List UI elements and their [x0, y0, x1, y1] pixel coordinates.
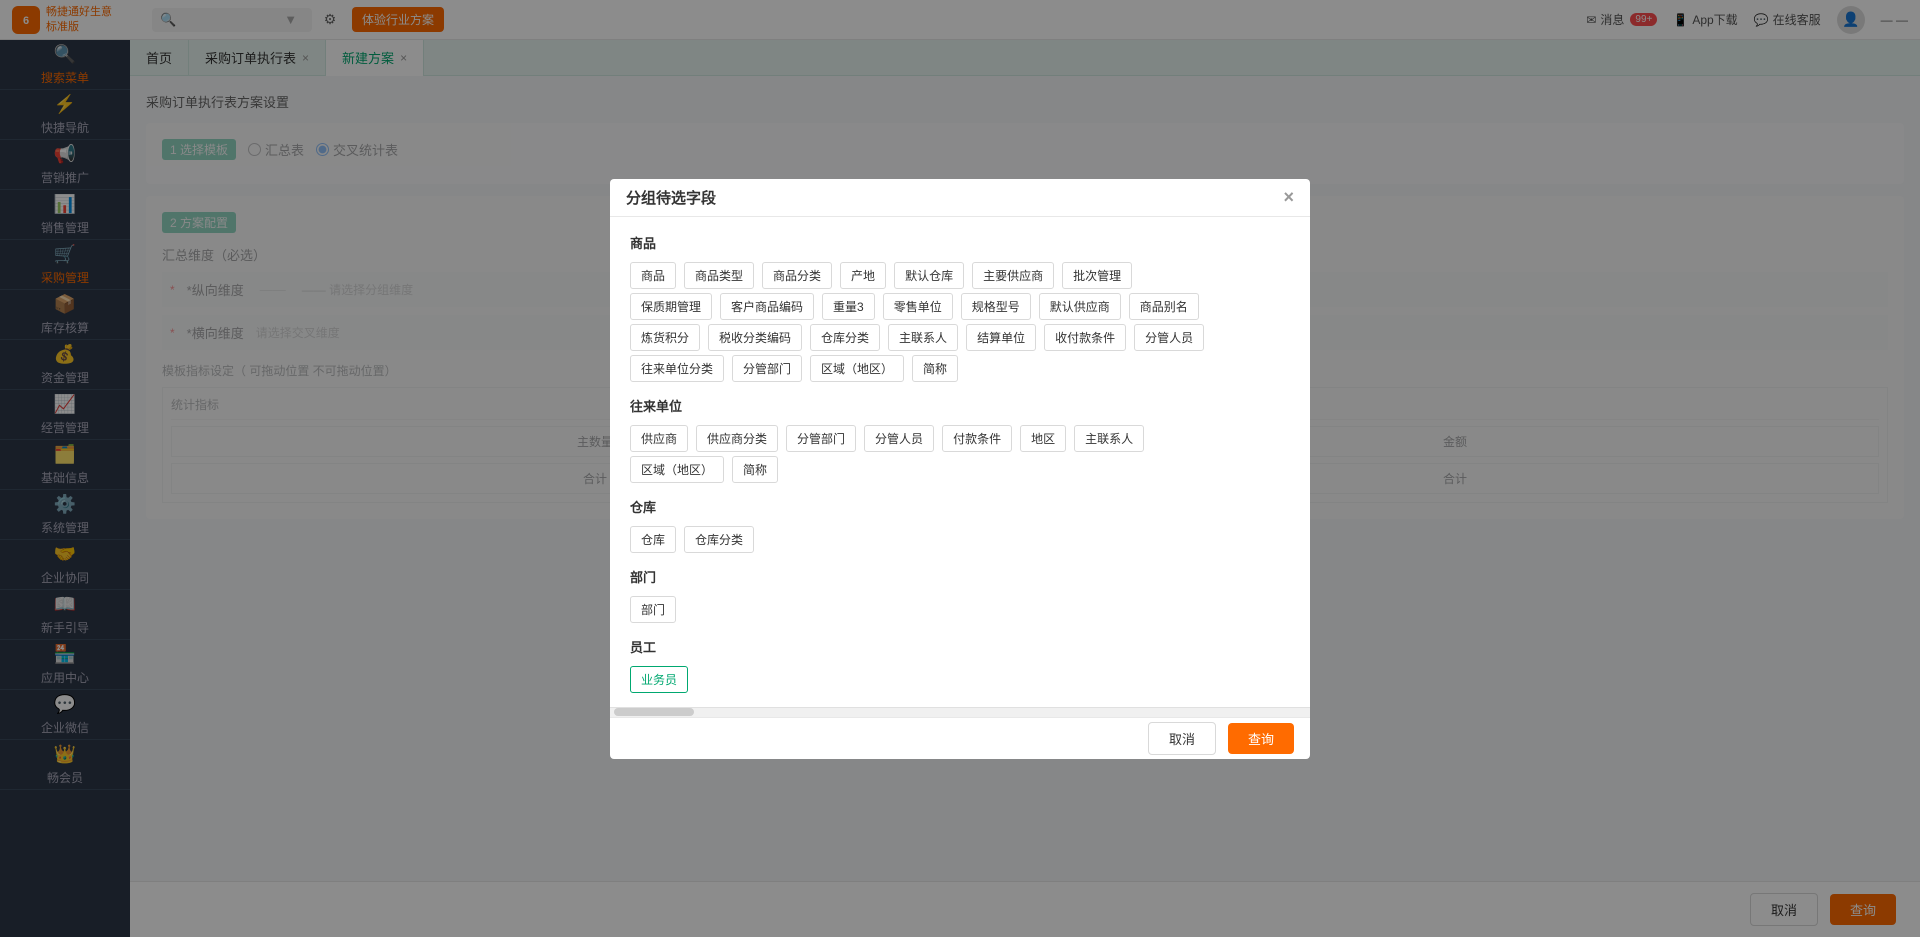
field-tag-partner-0[interactable]: 供应商 — [630, 425, 688, 452]
section-title-dept: 部门 — [630, 567, 1290, 586]
field-tag-product-10[interactable]: 零售单位 — [883, 293, 953, 320]
field-tags-product: 商品 商品类型 商品分类 产地 默认仓库 主要供应商 批次管理 — [630, 262, 1290, 289]
section-title-employee: 员工 — [630, 637, 1290, 656]
field-tag-product-17[interactable]: 主联系人 — [888, 324, 958, 351]
field-tag-partner-5[interactable]: 地区 — [1020, 425, 1066, 452]
field-tag-product-9[interactable]: 重量3 — [822, 293, 875, 320]
field-tag-partner-6[interactable]: 主联系人 — [1074, 425, 1144, 452]
field-tag-partner-1[interactable]: 供应商分类 — [696, 425, 778, 452]
modal-footer: 取消 查询 — [610, 717, 1310, 759]
section-title-product: 商品 — [630, 233, 1290, 252]
field-tag-product-21[interactable]: 往来单位分类 — [630, 355, 724, 382]
field-tags-employee: 业务员 — [630, 666, 1290, 693]
field-tag-product-1[interactable]: 商品类型 — [684, 262, 754, 289]
modal-horizontal-scrollbar[interactable] — [610, 707, 1310, 717]
field-tag-product-23[interactable]: 区域（地区） — [810, 355, 904, 382]
modal-title: 分组待选字段 — [626, 187, 716, 208]
field-tags-warehouse: 仓库 仓库分类 — [630, 526, 1290, 553]
field-tag-warehouse-0[interactable]: 仓库 — [630, 526, 676, 553]
field-tags-product-row3: 炼货积分 税收分类编码 仓库分类 主联系人 结算单位 收付款条件 分管人员 — [630, 324, 1290, 351]
field-tag-product-2[interactable]: 商品分类 — [762, 262, 832, 289]
field-tag-partner-2[interactable]: 分管部门 — [786, 425, 856, 452]
field-tags-dept: 部门 — [630, 596, 1290, 623]
field-tag-product-8[interactable]: 客户商品编码 — [720, 293, 814, 320]
section-title-partner: 往来单位 — [630, 396, 1290, 415]
field-tag-product-4[interactable]: 默认仓库 — [894, 262, 964, 289]
field-tag-warehouse-1[interactable]: 仓库分类 — [684, 526, 754, 553]
field-tag-product-22[interactable]: 分管部门 — [732, 355, 802, 382]
field-tag-partner-8[interactable]: 简称 — [732, 456, 778, 483]
section-title-warehouse: 仓库 — [630, 497, 1290, 516]
field-tags-product-row2: 保质期管理 客户商品编码 重量3 零售单位 规格型号 默认供应商 商品别名 — [630, 293, 1290, 320]
field-tags-partner-row2: 区域（地区） 简称 — [630, 456, 1290, 483]
modal-overlay: 分组待选字段 × 商品 商品 商品类型 商品分类 产地 默认仓库 主要供应商 批… — [0, 0, 1920, 937]
field-tag-product-19[interactable]: 收付款条件 — [1044, 324, 1126, 351]
field-tag-product-13[interactable]: 商品别名 — [1129, 293, 1199, 320]
field-tag-partner-3[interactable]: 分管人员 — [864, 425, 934, 452]
field-tag-product-5[interactable]: 主要供应商 — [972, 262, 1054, 289]
modal-header: 分组待选字段 × — [610, 179, 1310, 218]
modal-cancel-button[interactable]: 取消 — [1148, 722, 1216, 755]
field-tag-partner-7[interactable]: 区域（地区） — [630, 456, 724, 483]
field-tag-dept-0[interactable]: 部门 — [630, 596, 676, 623]
field-tags-partner-row1: 供应商 供应商分类 分管部门 分管人员 付款条件 地区 主联系人 — [630, 425, 1290, 452]
field-tag-partner-4[interactable]: 付款条件 — [942, 425, 1012, 452]
modal-hscroll-thumb — [614, 708, 694, 716]
field-select-modal: 分组待选字段 × 商品 商品 商品类型 商品分类 产地 默认仓库 主要供应商 批… — [610, 179, 1310, 759]
field-tag-product-11[interactable]: 规格型号 — [961, 293, 1031, 320]
field-tag-product-12[interactable]: 默认供应商 — [1039, 293, 1121, 320]
modal-body[interactable]: 商品 商品 商品类型 商品分类 产地 默认仓库 主要供应商 批次管理 保质期管理… — [610, 217, 1310, 707]
modal-confirm-button[interactable]: 查询 — [1228, 723, 1294, 754]
modal-close-button[interactable]: × — [1283, 187, 1294, 208]
field-tag-product-15[interactable]: 税收分类编码 — [708, 324, 802, 351]
field-tags-product-row4: 往来单位分类 分管部门 区域（地区） 简称 — [630, 355, 1290, 382]
field-tag-employee-0[interactable]: 业务员 — [630, 666, 688, 693]
field-tag-product-3[interactable]: 产地 — [840, 262, 886, 289]
field-tag-product-20[interactable]: 分管人员 — [1134, 324, 1204, 351]
field-tag-product-6[interactable]: 批次管理 — [1062, 262, 1132, 289]
field-tag-product-7[interactable]: 保质期管理 — [630, 293, 712, 320]
field-tag-product-0[interactable]: 商品 — [630, 262, 676, 289]
field-tag-product-16[interactable]: 仓库分类 — [810, 324, 880, 351]
field-tag-product-18[interactable]: 结算单位 — [966, 324, 1036, 351]
field-tag-product-14[interactable]: 炼货积分 — [630, 324, 700, 351]
field-tag-product-24[interactable]: 简称 — [912, 355, 958, 382]
